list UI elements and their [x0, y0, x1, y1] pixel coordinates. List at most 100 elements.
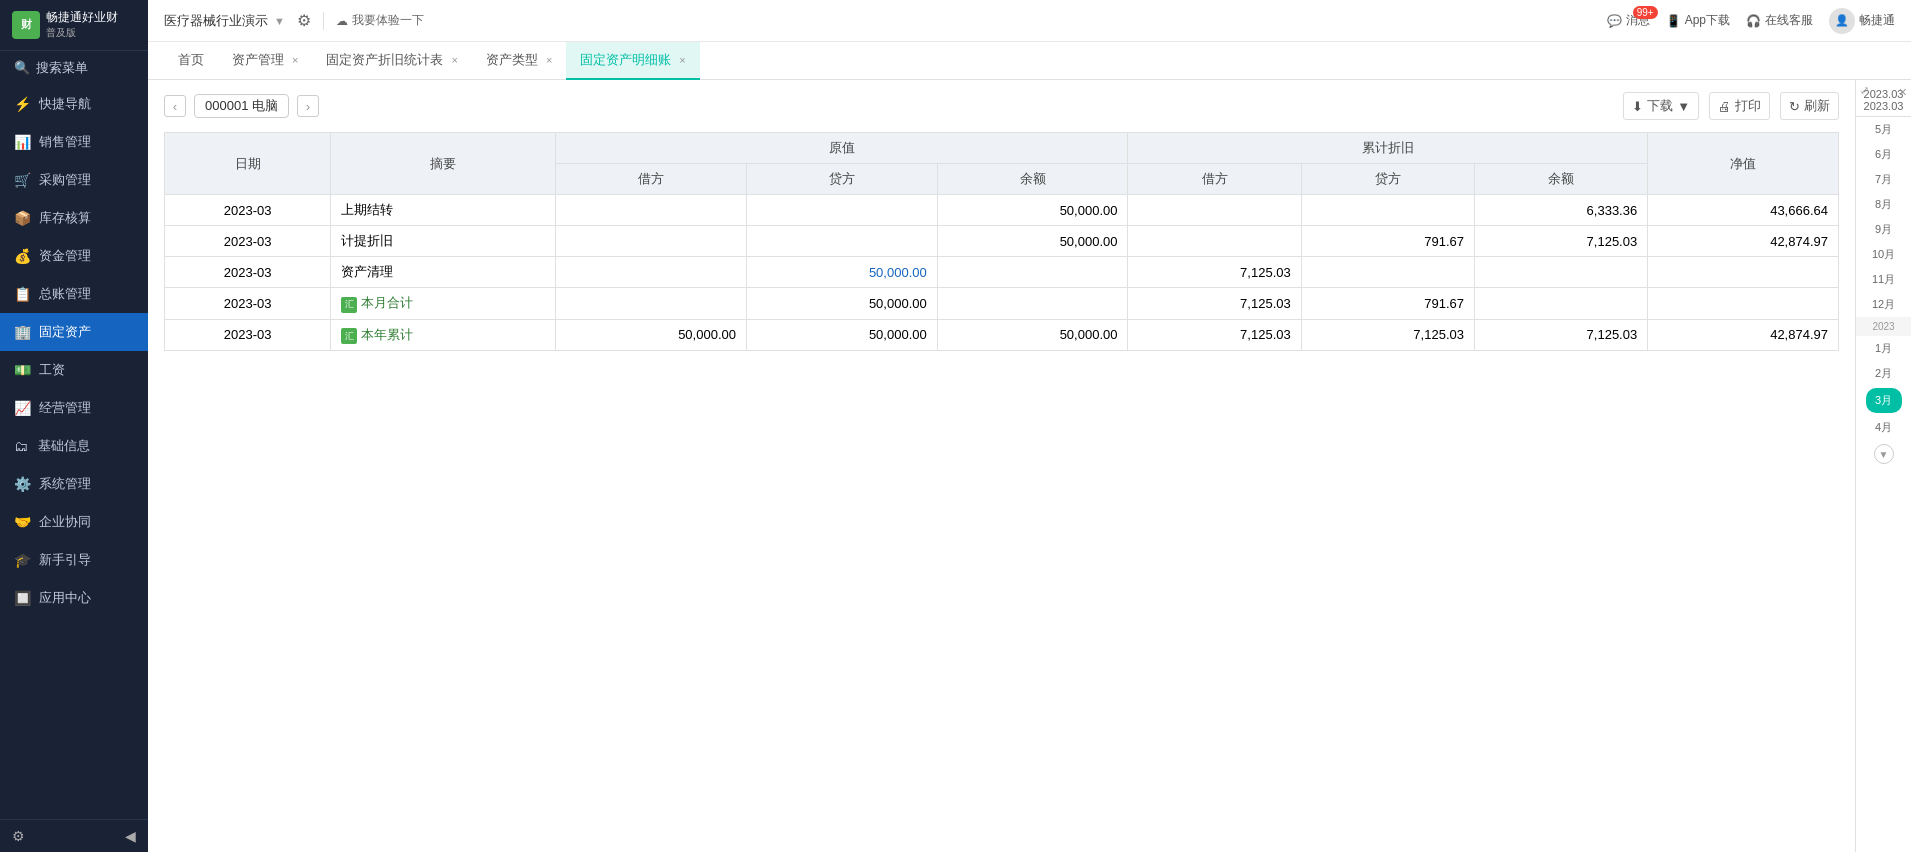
tab-home-label: 首页: [178, 51, 204, 69]
th-depreciation-group: 累计折旧: [1128, 133, 1648, 164]
th-orig-balance: 余额: [937, 164, 1128, 195]
tl-month-11[interactable]: 11月: [1856, 267, 1911, 292]
sidebar: 财 畅捷通好业财 普及版 🔍 搜索菜单 ⚡ 快捷导航 📊 销售管理 🛒 采购管理…: [0, 0, 148, 852]
tl-month-7[interactable]: 7月: [1856, 167, 1911, 192]
sidebar-item-label: 采购管理: [39, 171, 91, 189]
refresh-icon: ↻: [1789, 99, 1800, 114]
tl-scroll-down-btn[interactable]: ▼: [1874, 444, 1894, 464]
tab-depreciation-table[interactable]: 固定资产折旧统计表 ×: [312, 42, 471, 80]
message-badge: 99+: [1633, 6, 1658, 19]
tl-month-5[interactable]: 5月: [1856, 117, 1911, 142]
sidebar-item-fixed-assets[interactable]: 🏢 固定资产: [0, 313, 148, 351]
logo-icon: 财: [12, 11, 40, 39]
tab-asset-mgmt-close[interactable]: ×: [292, 54, 298, 66]
next-asset-btn[interactable]: ›: [297, 95, 319, 117]
print-btn[interactable]: 🖨 打印: [1709, 92, 1770, 120]
tl-month-9[interactable]: 9月: [1856, 217, 1911, 242]
download-btn[interactable]: ⬇ 下载 ▼: [1623, 92, 1699, 120]
app-download-btn[interactable]: 📱 App下载: [1666, 12, 1730, 29]
th-net-value: 净值: [1648, 133, 1839, 195]
tab-asset-detail-label: 固定资产明细账: [580, 51, 671, 69]
asset-detail-table: 日期 摘要 原值 累计折旧 净值: [164, 132, 1839, 351]
tab-depreciation-close[interactable]: ×: [451, 54, 457, 66]
sidebar-menu: 🔍 搜索菜单 ⚡ 快捷导航 📊 销售管理 🛒 采购管理 📦 库存核算 💰 资金管…: [0, 51, 148, 819]
th-dep-debit: 借方: [1128, 164, 1301, 195]
sidebar-item-system[interactable]: ⚙️ 系统管理: [0, 465, 148, 503]
inventory-icon: 📦: [14, 210, 31, 226]
tab-asset-type-close[interactable]: ×: [546, 54, 552, 66]
basic-info-icon: 🗂: [14, 438, 30, 454]
th-orig-debit: 借方: [556, 164, 747, 195]
asset-name: 电脑: [252, 98, 278, 113]
guide-icon: 🎓: [14, 552, 31, 568]
tabbar: 首页 资产管理 × 固定资产折旧统计表 × 资产类型 × 固定资产明细账 ×: [148, 42, 1911, 80]
tl-month-8[interactable]: 8月: [1856, 192, 1911, 217]
sidebar-search[interactable]: 🔍 搜索菜单: [0, 51, 148, 85]
sidebar-item-guide[interactable]: 🎓 新手引导: [0, 541, 148, 579]
timeline-expand-btn[interactable]: ⤢: [1860, 84, 1869, 97]
th-dep-balance: 余额: [1474, 164, 1647, 195]
sidebar-item-label: 企业协同: [39, 513, 91, 531]
tab-home[interactable]: 首页: [164, 42, 218, 80]
experience-btn[interactable]: ☁ 我要体验一下: [336, 12, 424, 29]
refresh-btn[interactable]: ↻ 刷新: [1780, 92, 1839, 120]
sidebar-item-label: 销售管理: [39, 133, 91, 151]
user-area[interactable]: 👤 畅捷通: [1829, 8, 1895, 34]
topbar-settings-icon[interactable]: ⚙: [297, 11, 311, 30]
sidebar-item-basic-info[interactable]: 🗂 基础信息: [0, 427, 148, 465]
sidebar-item-payroll[interactable]: 💵 工资: [0, 351, 148, 389]
sidebar-item-label: 经营管理: [39, 399, 91, 417]
table-row: 2023-03上期结转50,000.006,333.3643,666.64: [165, 195, 1839, 226]
download-caret: ▼: [1677, 99, 1690, 114]
topbar-right: 💬 消息 99+ 📱 App下载 🎧 在线客服 👤 畅捷通: [1607, 8, 1895, 34]
sidebar-logo: 财 畅捷通好业财 普及版: [0, 0, 148, 51]
tab-asset-detail[interactable]: 固定资产明细账 ×: [566, 42, 699, 80]
tab-asset-type-label: 资产类型: [486, 51, 538, 69]
sidebar-item-label: 资金管理: [39, 247, 91, 265]
experience-icon: ☁: [336, 14, 348, 28]
sidebar-item-quick-nav[interactable]: ⚡ 快捷导航: [0, 85, 148, 123]
app-download-label: App下载: [1685, 12, 1730, 29]
tl-month-4[interactable]: 4月: [1856, 415, 1911, 440]
download-icon: ⬇: [1632, 99, 1643, 114]
timeline-close-btn[interactable]: ×: [1899, 84, 1907, 100]
settings-icon[interactable]: ⚙: [12, 828, 25, 844]
sidebar-item-app-center[interactable]: 🔲 应用中心: [0, 579, 148, 617]
prev-asset-btn[interactable]: ‹: [164, 95, 186, 117]
next-icon: ›: [306, 99, 310, 114]
company-selector[interactable]: 医疗器械行业演示 ▼: [164, 12, 285, 30]
sidebar-item-operations[interactable]: 📈 经营管理: [0, 389, 148, 427]
tl-month-6[interactable]: 6月: [1856, 142, 1911, 167]
sidebar-item-label: 系统管理: [39, 475, 91, 493]
sidebar-item-cooperation[interactable]: 🤝 企业协同: [0, 503, 148, 541]
online-service-btn[interactable]: 🎧 在线客服: [1746, 12, 1813, 29]
tab-asset-mgmt[interactable]: 资产管理 ×: [218, 42, 312, 80]
company-name: 医疗器械行业演示: [164, 12, 268, 30]
table-row: 2023-03汇本月合计50,000.007,125.03791.67: [165, 288, 1839, 320]
search-label: 搜索菜单: [36, 59, 88, 77]
sidebar-item-label: 快捷导航: [39, 95, 91, 113]
tl-month-2[interactable]: 2月: [1856, 361, 1911, 386]
subtotal-badge: 汇: [341, 297, 357, 313]
message-icon: 💬: [1607, 14, 1622, 28]
sidebar-item-purchase[interactable]: 🛒 采购管理: [0, 161, 148, 199]
sidebar-item-inventory[interactable]: 📦 库存核算: [0, 199, 148, 237]
message-btn[interactable]: 💬 消息 99+: [1607, 12, 1650, 29]
app-download-icon: 📱: [1666, 14, 1681, 28]
tl-month-3-active[interactable]: 3月: [1866, 388, 1902, 413]
sidebar-item-label: 新手引导: [39, 551, 91, 569]
sidebar-item-sales[interactable]: 📊 销售管理: [0, 123, 148, 161]
sidebar-item-ledger[interactable]: 📋 总账管理: [0, 275, 148, 313]
company-caret-icon: ▼: [274, 15, 285, 27]
sidebar-item-capital[interactable]: 💰 资金管理: [0, 237, 148, 275]
tab-asset-detail-close[interactable]: ×: [679, 54, 685, 66]
tab-asset-type[interactable]: 资产类型 ×: [472, 42, 566, 80]
tab-depreciation-label: 固定资产折旧统计表: [326, 51, 443, 69]
collapse-icon[interactable]: ◀: [125, 828, 136, 844]
asset-nav: ‹ 000001 电脑 › ⬇ 下载 ▼ 🖨: [164, 92, 1839, 120]
th-orig-credit: 贷方: [746, 164, 937, 195]
tl-month-10[interactable]: 10月: [1856, 242, 1911, 267]
sales-icon: 📊: [14, 134, 31, 150]
tl-month-1[interactable]: 1月: [1856, 336, 1911, 361]
tl-month-12[interactable]: 12月: [1856, 292, 1911, 317]
